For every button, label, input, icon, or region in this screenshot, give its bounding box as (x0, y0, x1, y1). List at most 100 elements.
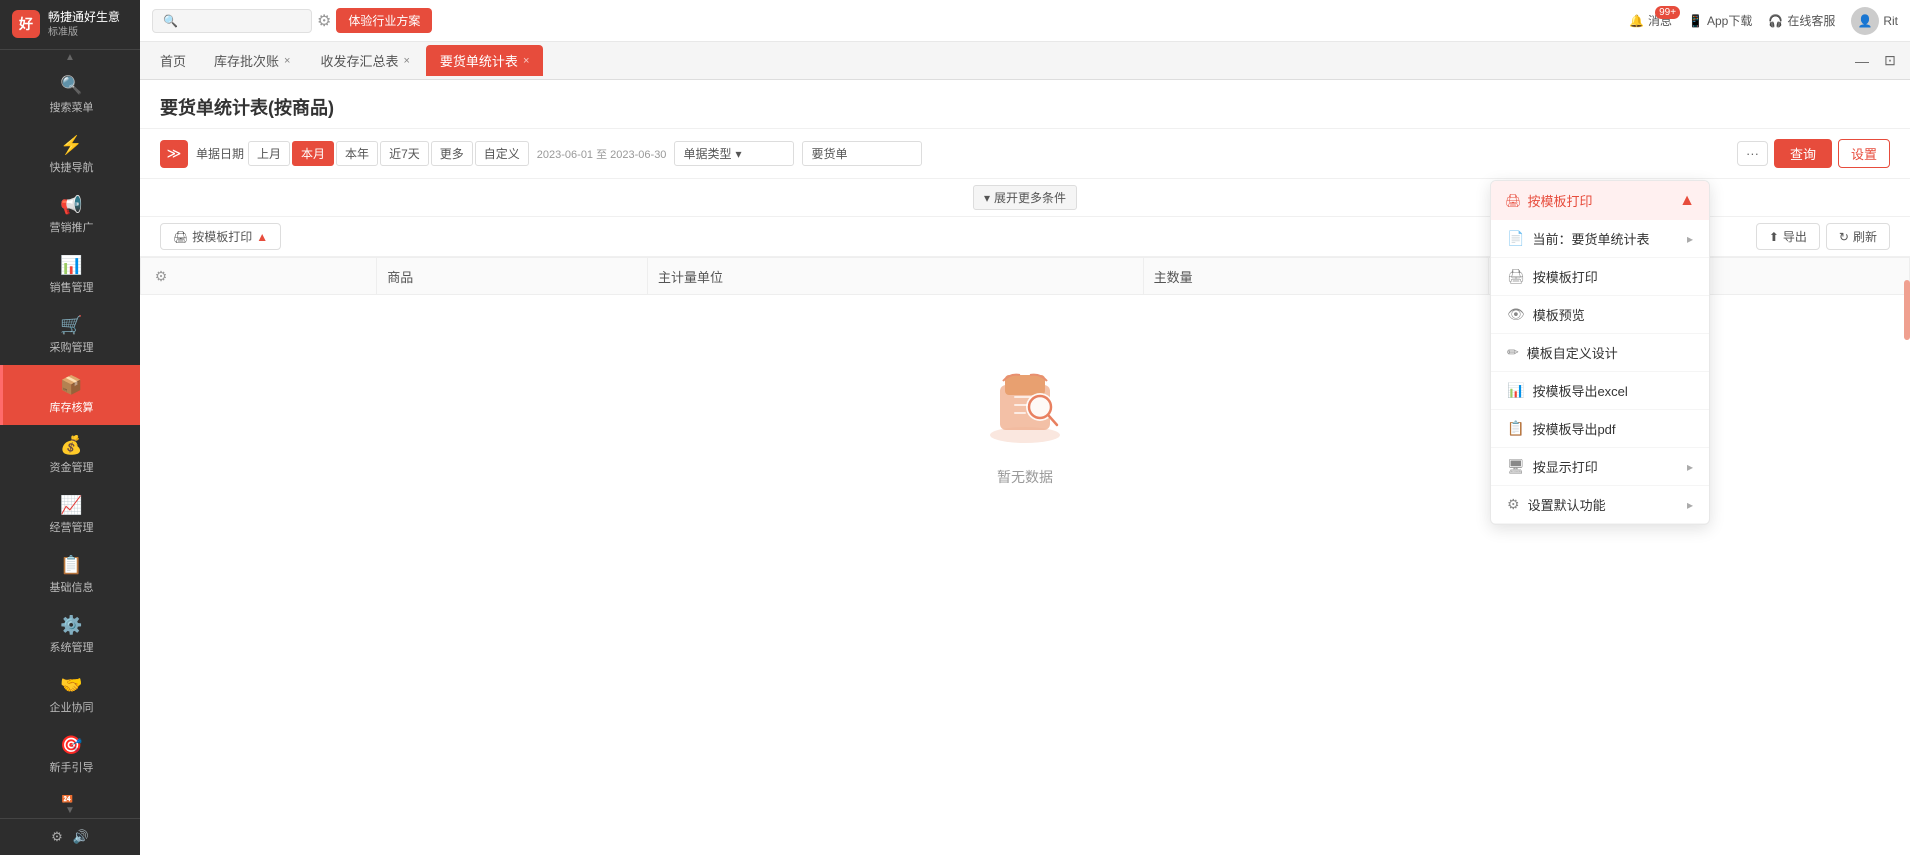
tab-minimize-button[interactable]: — (1850, 49, 1874, 73)
sidebar-scroll-down[interactable]: ▼ (0, 803, 140, 818)
date-btn-current[interactable]: 本月 (292, 141, 334, 166)
table-settings-icon[interactable]: ⚙ (151, 266, 171, 286)
sidebar-item-business[interactable]: 📈 经营管理 (0, 485, 140, 545)
refresh-button[interactable]: ↻ 刷新 (1826, 223, 1890, 250)
dropdown-header-left: 🖨 按模板打印 (1505, 191, 1593, 210)
promo-button[interactable]: 体验行业方案 (336, 8, 432, 33)
dropdown-title: 按模板打印 (1528, 191, 1593, 210)
chevron-down-small-icon: ▾ (984, 191, 990, 205)
date-btn-prev[interactable]: 上月 (248, 141, 290, 166)
marketing-icon: 📢 (60, 195, 82, 216)
notifications-button[interactable]: 🔔 消息 99+ (1629, 12, 1672, 29)
sidebar-item-inventory[interactable]: 📦 库存核算 (0, 365, 140, 425)
page-title: 要货单统计表(按商品) (160, 94, 1890, 120)
date-filter-buttons: 上月 本月 本年 近7天 更多 自定义 (248, 141, 529, 166)
date-btn-7days[interactable]: 近7天 (380, 141, 429, 166)
order-goods-filter[interactable]: 要货单 (802, 141, 922, 166)
mobile-icon: 📱 (1688, 14, 1703, 28)
sidebar-item-appstore[interactable]: 🏪 应用中心 (0, 785, 140, 803)
export-icon: ⬆ (1769, 230, 1779, 244)
bell-icon: 🔔 (1629, 14, 1644, 28)
date-btn-custom[interactable]: 自定义 (475, 141, 529, 166)
avatar-icon: 👤 (1851, 7, 1879, 35)
app-logo-icon: 好 (12, 10, 40, 38)
dropdown-item-template-pdf[interactable]: 📋 按模板导出pdf (1491, 410, 1709, 448)
tab-close-inventory-batch[interactable]: × (284, 55, 290, 67)
finance-icon: 💰 (60, 435, 82, 456)
dropdown-item-template-design[interactable]: ✏ 模板自定义设计 (1491, 334, 1709, 372)
topbar-search-box[interactable]: 🔍 (152, 9, 312, 33)
search-nav-icon: 🔍 (60, 75, 82, 96)
dropdown-item-template-excel[interactable]: 📊 按模板导出excel (1491, 372, 1709, 410)
user-avatar[interactable]: 👤 Rit (1851, 7, 1898, 35)
collab-icon: 🤝 (60, 675, 82, 696)
main-content: 🔍 ⚙ 体验行业方案 🔔 消息 99+ 📱 App下载 🎧 在线客服 👤 (140, 0, 1910, 855)
sidebar-scroll-up[interactable]: ▲ (0, 50, 140, 65)
topbar-gear-icon[interactable]: ⚙ (317, 11, 331, 31)
sidebar-item-newbie[interactable]: 🎯 新手引导 (0, 725, 140, 785)
tab-close-receivables-summary[interactable]: × (403, 55, 409, 67)
chevron-down-icon: ▾ (735, 147, 741, 161)
dropdown-item-current[interactable]: 📄 当前：要货单统计表 ▸ (1491, 220, 1709, 258)
empty-state-label: 暂无数据 (997, 467, 1053, 487)
dropdown-item-template-print[interactable]: 🖨 按模板打印 (1491, 258, 1709, 296)
topbar-search-area: 🔍 ⚙ 体验行业方案 (152, 8, 1619, 33)
online-service-button[interactable]: 🎧 在线客服 (1768, 12, 1835, 29)
dropdown-item-template-preview[interactable]: 👁 模板预览 (1491, 296, 1709, 334)
headset-icon: 🎧 (1768, 14, 1783, 28)
sidebar-item-basic[interactable]: 📋 基础信息 (0, 545, 140, 605)
table-header-settings[interactable]: ⚙ (141, 258, 377, 295)
newbie-icon: 🎯 (60, 735, 82, 756)
topbar-right: 🔔 消息 99+ 📱 App下载 🎧 在线客服 👤 Rit (1629, 7, 1898, 35)
dropdown-item-display-print[interactable]: 🖥 按显示打印 ▸ (1491, 448, 1709, 486)
sidebar-item-marketing[interactable]: 📢 营销推广 (0, 185, 140, 245)
dropdown-display-print-icon: 🖥 (1507, 458, 1525, 475)
tab-inventory-batch[interactable]: 库存批次账 × (200, 45, 304, 76)
settings-button[interactable]: 设置 (1838, 139, 1890, 168)
tab-close-order-stats[interactable]: × (523, 55, 529, 67)
sidebar-item-system[interactable]: ⚙️ 系统管理 (0, 605, 140, 665)
dropdown-set-default-expand-icon: ▸ (1687, 498, 1693, 512)
app-download-button[interactable]: 📱 App下载 (1688, 12, 1752, 29)
more-options-button[interactable]: ··· (1737, 141, 1768, 166)
print-dropdown: 🖨 按模板打印 ▲ 📄 当前：要货单统计表 ▸ 🖨 按模板打印 👁 模板预览 (1490, 180, 1710, 525)
sound-icon[interactable]: 🔊 (73, 829, 89, 845)
sidebar-item-collab[interactable]: 🤝 企业协同 (0, 665, 140, 725)
dropdown-item-set-default[interactable]: ⚙ 设置默认功能 ▸ (1491, 486, 1709, 524)
sales-icon: 📊 (60, 255, 82, 276)
print-button[interactable]: 🖨 按模板打印 ▲ (160, 223, 281, 250)
settings-bottom-icon[interactable]: ⚙ (51, 829, 63, 845)
tab-controls: — ⊡ (1850, 49, 1902, 73)
print-chevron-up-icon: ▲ (256, 230, 268, 244)
sidebar-item-search[interactable]: 🔍 搜索菜单 (0, 65, 140, 125)
dropdown-current-icon: 📄 (1507, 230, 1524, 247)
date-btn-year[interactable]: 本年 (336, 141, 378, 166)
sidebar-item-purchase[interactable]: 🛒 采购管理 (0, 305, 140, 365)
sidebar-bottom: ⚙ 🔊 (0, 818, 140, 855)
tab-home[interactable]: 首页 (148, 45, 198, 76)
order-type-filter[interactable]: 单据类型 ▾ (674, 141, 794, 166)
dropdown-template-design-icon: ✏ (1507, 344, 1519, 361)
dropdown-print-icon: 🖨 (1505, 193, 1522, 209)
table-header-goods: 商品 (377, 258, 648, 295)
dropdown-template-pdf-icon: 📋 (1507, 420, 1524, 437)
business-icon: 📈 (60, 495, 82, 516)
page-header: 要货单统计表(按商品) (140, 80, 1910, 129)
expand-more-button[interactable]: ▾ 展开更多条件 (973, 185, 1077, 210)
sidebar-logo: 好 畅捷通好生意 标准版 (0, 0, 140, 50)
page-content: 要货单统计表(按商品) ≫ 单据日期 上月 本月 本年 近7天 更多 自定义 2… (140, 80, 1910, 855)
toolbar-expand-button[interactable]: ≫ (160, 140, 188, 168)
system-icon: ⚙️ (60, 615, 82, 636)
dropdown-close-button[interactable]: ▲ (1679, 192, 1695, 210)
appstore-icon: 🏪 (60, 795, 82, 803)
export-button[interactable]: ⬆ 导出 (1756, 223, 1820, 250)
sidebar-item-quick-nav[interactable]: ⚡ 快捷导航 (0, 125, 140, 185)
tab-order-stats[interactable]: 要货单统计表 × (426, 45, 543, 76)
query-button[interactable]: 查询 (1774, 139, 1832, 168)
sidebar-item-finance[interactable]: 💰 资金管理 (0, 425, 140, 485)
sidebar-item-sales[interactable]: 📊 销售管理 (0, 245, 140, 305)
tab-maximize-button[interactable]: ⊡ (1878, 49, 1902, 73)
tab-receivables-summary[interactable]: 收发存汇总表 × (306, 45, 423, 76)
date-btn-more[interactable]: 更多 (431, 141, 473, 166)
scrollbar-indicator[interactable] (1904, 280, 1910, 340)
